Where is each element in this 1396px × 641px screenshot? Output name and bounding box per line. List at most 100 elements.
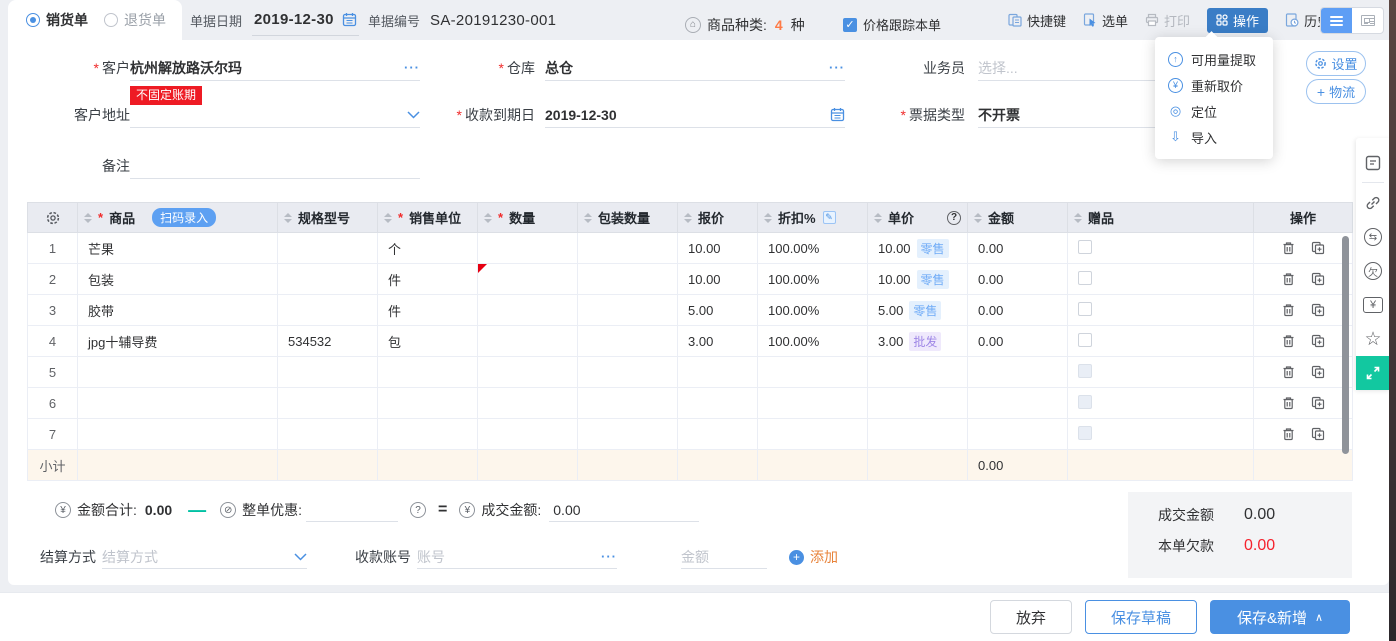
account-picker-dots[interactable]: ··· <box>601 549 617 564</box>
settle-method-select[interactable]: 结算方式 <box>102 545 307 569</box>
scan-entry-badge[interactable]: 扫码录入 <box>152 208 217 227</box>
cell-product[interactable]: 包装 <box>77 263 278 295</box>
copy-row-icon[interactable] <box>1311 334 1325 348</box>
menu-item-available-qty[interactable]: ↑ 可用量提取 <box>1155 46 1273 72</box>
column-header-gift[interactable]: 赠品 <box>1067 202 1254 233</box>
cell-unit[interactable] <box>377 418 478 450</box>
customer-picker-dots[interactable]: ··· <box>404 60 420 75</box>
price-track-checkbox[interactable]: ✓ <box>843 17 857 32</box>
cell-price[interactable] <box>867 418 968 450</box>
cell-pack-qty[interactable] <box>577 356 678 388</box>
delete-row-icon[interactable] <box>1282 272 1295 286</box>
sort-arrows[interactable] <box>764 212 772 223</box>
cell-discount[interactable]: 100.00% <box>757 294 868 326</box>
cell-quote[interactable]: 10.00 <box>677 232 758 264</box>
cell-unit[interactable] <box>377 387 478 419</box>
cell-discount[interactable] <box>757 356 868 388</box>
customer-field[interactable]: 杭州解放路沃尔玛 ··· <box>130 55 420 81</box>
cell-spec[interactable] <box>277 263 378 295</box>
cell-unit[interactable]: 件 <box>377 294 478 326</box>
cell-discount[interactable]: 100.00% <box>757 263 868 295</box>
sort-arrows[interactable] <box>384 212 392 223</box>
cell-discount[interactable]: 100.00% <box>757 232 868 264</box>
select-doc-button[interactable]: 选单 <box>1083 11 1128 30</box>
column-header-price[interactable]: 单价? <box>867 202 968 233</box>
cell-pack-qty[interactable] <box>577 325 678 357</box>
money-ticket-icon[interactable]: ¥ <box>1356 288 1390 322</box>
expand-fullscreen-button[interactable] <box>1356 356 1390 390</box>
price-type-tag[interactable]: 零售 <box>909 300 942 320</box>
column-header-pack_qty[interactable]: 包装数量 <box>577 202 678 233</box>
cell-qty[interactable] <box>477 263 578 295</box>
delete-row-icon[interactable] <box>1282 365 1295 379</box>
cell-quote[interactable]: 10.00 <box>677 263 758 295</box>
cell-qty[interactable] <box>477 232 578 264</box>
list-view-button[interactable] <box>1321 8 1352 33</box>
column-header-product[interactable]: * 商品 扫码录入 <box>77 202 278 233</box>
cell-product[interactable]: jpg十辅导费 <box>77 325 278 357</box>
copy-row-icon[interactable] <box>1311 427 1325 441</box>
column-settings-header[interactable] <box>27 202 78 233</box>
gear-icon[interactable] <box>45 210 61 226</box>
gift-checkbox[interactable] <box>1078 239 1092 254</box>
cell-product[interactable] <box>77 356 278 388</box>
copy-row-icon[interactable] <box>1311 396 1325 410</box>
cell-price[interactable]: 3.00 批发 <box>867 325 968 357</box>
cell-discount[interactable] <box>757 418 868 450</box>
cell-quote[interactable]: 5.00 <box>677 294 758 326</box>
help-icon[interactable]: ? <box>410 502 427 518</box>
cell-qty[interactable] <box>477 418 578 450</box>
logistics-button[interactable]: + 物流 <box>1306 79 1366 104</box>
cell-unit[interactable]: 包 <box>377 325 478 357</box>
column-header-qty[interactable]: * 数量 <box>477 202 578 233</box>
operations-button[interactable]: 操作 <box>1207 7 1269 33</box>
cell-pack-qty[interactable] <box>577 418 678 450</box>
cell-pack-qty[interactable] <box>577 294 678 326</box>
delete-row-icon[interactable] <box>1282 396 1295 410</box>
copy-row-icon[interactable] <box>1311 272 1325 286</box>
exchange-icon[interactable]: ⇆ <box>1356 220 1390 254</box>
calendar-icon[interactable] <box>830 107 845 122</box>
edit-discount-icon[interactable]: ✎ <box>822 211 836 224</box>
cell-product[interactable] <box>77 387 278 419</box>
cell-quote[interactable] <box>677 418 758 450</box>
cell-pack-qty[interactable] <box>577 263 678 295</box>
cell-pack-qty[interactable] <box>577 387 678 419</box>
receive-account-field[interactable]: 账号 ··· <box>417 545 617 569</box>
deal-amount-input[interactable]: 0.00 <box>549 498 700 522</box>
card-view-button[interactable] <box>1352 8 1383 33</box>
shortcut-keys-button[interactable]: 快捷键 <box>1008 11 1066 30</box>
cell-product[interactable]: 芒果 <box>77 232 278 264</box>
cell-discount[interactable] <box>757 387 868 419</box>
sort-arrows[interactable] <box>1074 212 1082 223</box>
cell-pack-qty[interactable] <box>577 232 678 264</box>
due-date-field[interactable]: 2019-12-30 <box>545 102 845 128</box>
sort-arrows[interactable] <box>584 212 592 223</box>
print-button[interactable]: 打印 <box>1145 11 1190 30</box>
sort-arrows[interactable] <box>974 212 982 223</box>
settings-button[interactable]: 设置 <box>1306 51 1366 76</box>
order-discount-input[interactable] <box>306 498 399 522</box>
delete-row-icon[interactable] <box>1282 334 1295 348</box>
column-header-quote[interactable]: 报价 <box>677 202 758 233</box>
cell-product[interactable] <box>77 418 278 450</box>
cell-price[interactable]: 5.00 零售 <box>867 294 968 326</box>
gift-checkbox[interactable] <box>1078 332 1092 347</box>
cell-qty[interactable] <box>477 294 578 326</box>
cell-spec[interactable]: 534532 <box>277 325 378 357</box>
save-draft-button[interactable]: 保存草稿 <box>1085 600 1197 634</box>
warehouse-field[interactable]: 总仓 ··· <box>545 55 845 81</box>
cell-spec[interactable] <box>277 232 378 264</box>
price-track-option[interactable]: ✓ 价格跟踪本单 <box>843 0 941 49</box>
copy-row-icon[interactable] <box>1311 241 1325 255</box>
menu-item-locate[interactable]: ◎ 定位 <box>1155 98 1273 124</box>
gift-checkbox[interactable] <box>1078 270 1092 285</box>
cell-price[interactable]: 10.00 零售 <box>867 232 968 264</box>
add-payment-button[interactable]: + 添加 <box>789 547 838 567</box>
cell-price[interactable] <box>867 387 968 419</box>
address-field[interactable] <box>130 102 420 128</box>
table-scrollbar[interactable] <box>1342 236 1349 454</box>
price-type-tag[interactable]: 批发 <box>909 331 942 351</box>
warehouse-picker-dots[interactable]: ··· <box>829 60 845 75</box>
delete-row-icon[interactable] <box>1282 241 1295 255</box>
